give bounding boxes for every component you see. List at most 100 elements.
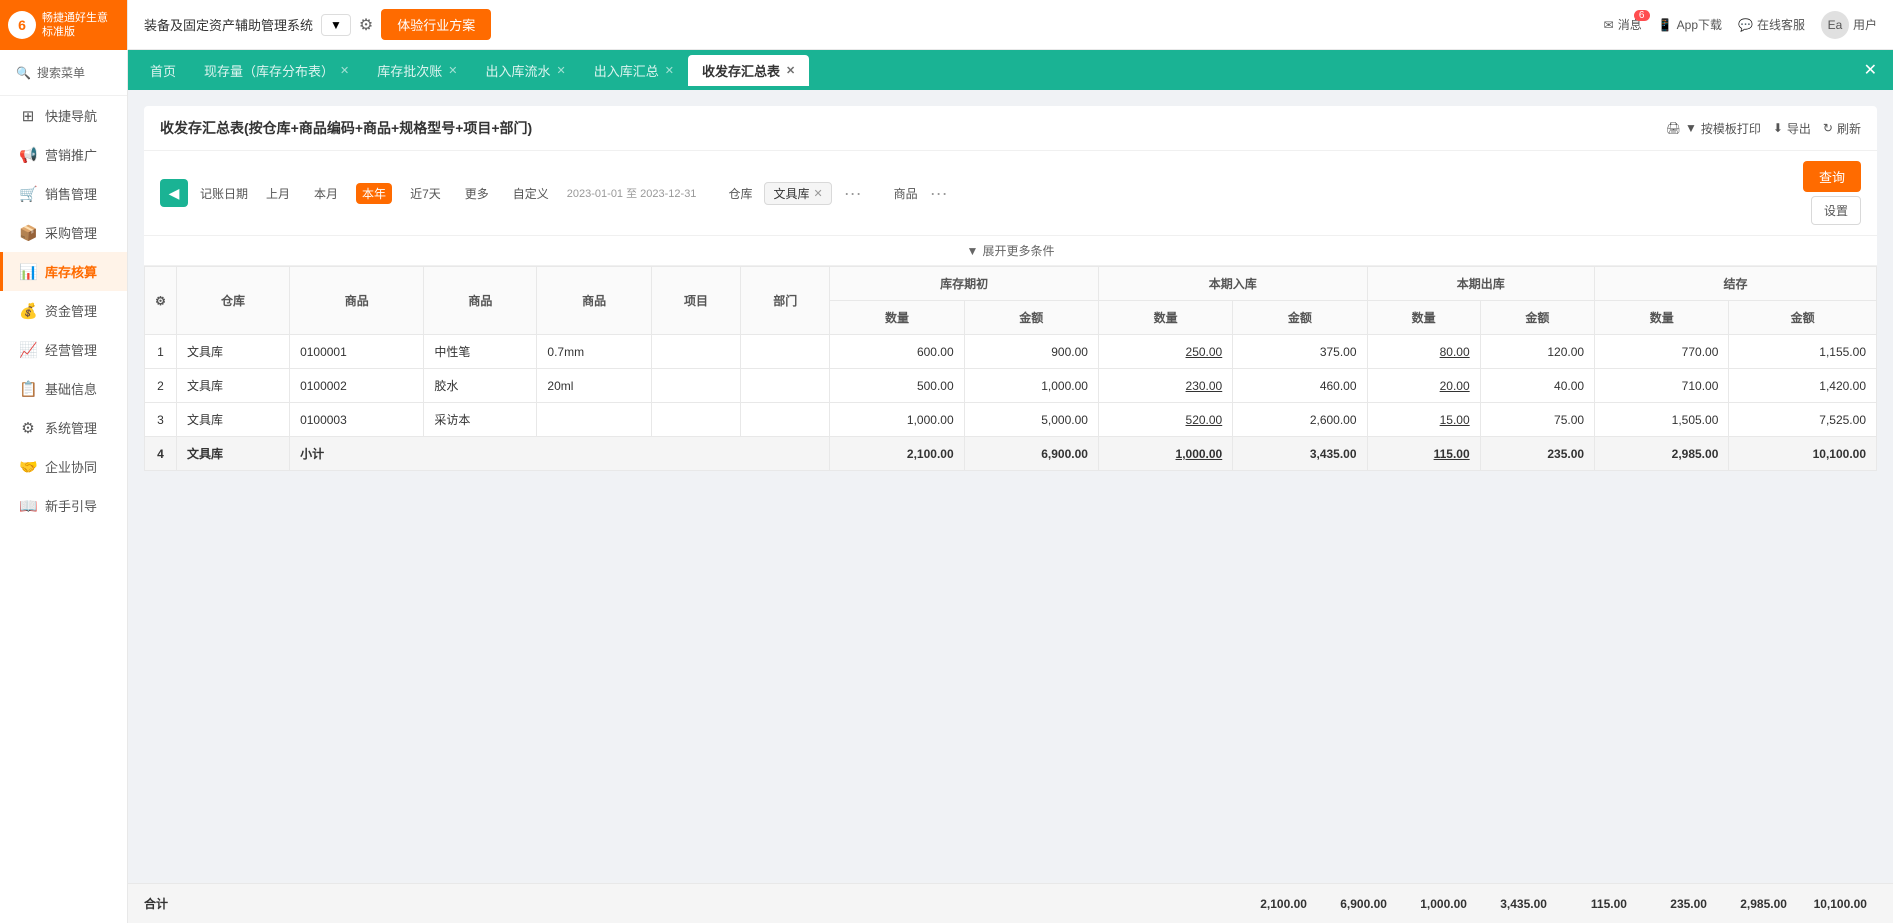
row-in-amt: 2,600.00 (1233, 403, 1367, 437)
row-code: 0100001 (290, 335, 424, 369)
sidebar-item-purchase[interactable]: 📦 采购管理 (0, 213, 127, 252)
date-this-month-btn[interactable]: 本月 (308, 183, 344, 204)
search-menu-button[interactable]: 🔍 搜索菜单 (8, 58, 119, 87)
sidebar-item-sales[interactable]: 🛒 销售管理 (0, 174, 127, 213)
row-bal-qty: 770.00 (1595, 335, 1729, 369)
warehouse-tag: 文具库 ✕ (764, 182, 831, 205)
row-out-qty[interactable]: 80.00 (1367, 335, 1480, 369)
footer-total-in-amt: 3,435.00 (1477, 897, 1557, 911)
export-btn[interactable]: ⬇ 导出 (1773, 120, 1811, 137)
expand-more-btn[interactable]: ▼ 展开更多条件 (967, 242, 1055, 259)
refresh-icon: ↻ (1823, 121, 1833, 135)
date-custom-btn[interactable]: 自定义 (507, 183, 555, 204)
col-bal-amt-header: 金额 (1729, 301, 1877, 335)
subtotal-out-qty: 115.00 (1367, 437, 1480, 471)
sidebar-item-marketing[interactable]: 📢 营销推广 (0, 135, 127, 174)
tab-batch-close[interactable]: ✕ (448, 64, 457, 77)
col-in-amt-header: 金额 (1233, 301, 1367, 335)
header-left: 装备及固定资产辅助管理系统 ▼ ⚙ 体验行业方案 (144, 9, 491, 40)
operations-icon: 📈 (19, 341, 37, 359)
warehouse-tag-close[interactable]: ✕ (813, 187, 822, 200)
row-in-qty[interactable]: 520.00 (1098, 403, 1232, 437)
filter-toggle-btn[interactable]: ◀ (160, 179, 188, 207)
subtotal-in-amt: 3,435.00 (1233, 437, 1367, 471)
warehouse-more[interactable]: ··· (844, 183, 862, 204)
goods-more[interactable]: ··· (930, 183, 948, 204)
main-content: 收发存汇总表(按仓库+商品编码+商品+规格型号+项目+部门) 🖨 ▼ 按模板打印… (128, 90, 1893, 923)
print-btn[interactable]: 🖨 ▼ 按模板打印 (1666, 120, 1761, 137)
expand-icon: ▼ (967, 244, 979, 258)
date-last-month-btn[interactable]: 上月 (260, 183, 296, 204)
footer-total-in-qty: 1,000.00 (1397, 897, 1477, 911)
sidebar-item-operations[interactable]: 📈 经营管理 (0, 330, 127, 369)
finance-icon: 💰 (19, 302, 37, 320)
col-code-header: 商品 (290, 267, 424, 335)
tab-stock-dist[interactable]: 现存量（库存分布表） ✕ (190, 55, 363, 86)
sidebar-item-label: 快捷导航 (45, 106, 97, 125)
sidebar-item-cooperation[interactable]: 🤝 企业协同 (0, 447, 127, 486)
guide-icon: 📖 (19, 497, 37, 515)
col-settings[interactable]: ⚙ (145, 267, 177, 335)
row-out-qty[interactable]: 20.00 (1367, 369, 1480, 403)
sidebar-item-quick-nav[interactable]: ⊞ 快捷导航 (0, 96, 127, 135)
row-spec (537, 403, 651, 437)
footer-total-bal-qty: 2,985.00 (1717, 897, 1797, 911)
user-menu[interactable]: Ea 用户 (1821, 11, 1877, 39)
row-warehouse: 文具库 (177, 403, 290, 437)
set-btn[interactable]: 设置 (1811, 196, 1861, 225)
goods-label: 商品 (894, 185, 918, 202)
query-btn[interactable]: 查询 (1803, 161, 1861, 192)
table-row: 1 文具库 0100001 中性笔 0.7mm 600.00 900.00 25… (145, 335, 1877, 369)
row-in-amt: 460.00 (1233, 369, 1367, 403)
sidebar-item-label: 库存核算 (45, 262, 97, 281)
exp-btn[interactable]: 体验行业方案 (381, 9, 491, 40)
date-7days-btn[interactable]: 近7天 (404, 183, 447, 204)
tab-recv-send[interactable]: 收发存汇总表 ✕ (688, 55, 809, 86)
sidebar-item-basic[interactable]: 📋 基础信息 (0, 369, 127, 408)
tab-batch[interactable]: 库存批次账 ✕ (363, 55, 471, 86)
row-in-qty[interactable]: 250.00 (1098, 335, 1232, 369)
message-btn[interactable]: ✉ 消息 6 (1604, 16, 1642, 33)
date-this-year-btn[interactable]: 本年 (356, 183, 392, 204)
table-row: 3 文具库 0100003 采访本 1,000.00 5,000.00 520.… (145, 403, 1877, 437)
row-warehouse: 文具库 (177, 369, 290, 403)
tab-bar: 首页 现存量（库存分布表） ✕ 库存批次账 ✕ 出入库流水 ✕ 出入库汇总 ✕ … (128, 50, 1893, 90)
sidebar: 6 畅捷通好生意 标准版 🔍 搜索菜单 ⊞ 快捷导航 📢 营销推广 🛒 销售管理… (0, 0, 128, 923)
cooperation-icon: 🤝 (19, 458, 37, 476)
online-service-btn[interactable]: 💬 在线客服 (1738, 16, 1805, 33)
tab-inout-summary[interactable]: 出入库汇总 ✕ (580, 55, 688, 86)
print-text: 按模板打印 (1701, 120, 1761, 137)
sidebar-logo: 6 畅捷通好生意 标准版 (0, 0, 127, 50)
settings-icon[interactable]: ⚙ (359, 15, 373, 35)
footer-total-init-amt: 6,900.00 (1317, 897, 1397, 911)
sidebar-item-system[interactable]: ⚙ 系统管理 (0, 408, 127, 447)
row-in-qty[interactable]: 230.00 (1098, 369, 1232, 403)
date-more-btn[interactable]: 更多 (459, 183, 495, 204)
col-in-qty-header: 数量 (1098, 301, 1232, 335)
footer-total-bal-amt: 10,100.00 (1797, 897, 1877, 911)
sidebar-item-inventory[interactable]: 📊 库存核算 (0, 252, 127, 291)
row-dept (741, 403, 830, 437)
row-num: 1 (145, 335, 177, 369)
subtotal-label: 小计 (290, 437, 830, 471)
mobile-icon: 📱 (1658, 18, 1673, 32)
export-label: 导出 (1787, 120, 1811, 137)
app-download-btn[interactable]: 📱 App下载 (1658, 16, 1722, 33)
purchase-icon: 📦 (19, 224, 37, 242)
avatar: Ea (1821, 11, 1849, 39)
refresh-btn[interactable]: ↻ 刷新 (1823, 120, 1861, 137)
row-out-qty[interactable]: 15.00 (1367, 403, 1480, 437)
tab-bar-close[interactable]: ✕ (1856, 56, 1885, 84)
page-container: 收发存汇总表(按仓库+商品编码+商品+规格型号+项目+部门) 🖨 ▼ 按模板打印… (144, 106, 1877, 471)
sidebar-item-finance[interactable]: 💰 资金管理 (0, 291, 127, 330)
tab-stock-dist-close[interactable]: ✕ (340, 64, 349, 77)
tab-inout-flow[interactable]: 出入库流水 ✕ (471, 55, 579, 86)
row-code: 0100003 (290, 403, 424, 437)
row-bal-qty: 1,505.00 (1595, 403, 1729, 437)
system-dropdown[interactable]: ▼ (321, 14, 351, 36)
sidebar-item-guide[interactable]: 📖 新手引导 (0, 486, 127, 525)
tab-inout-summary-close[interactable]: ✕ (665, 64, 674, 77)
tab-home[interactable]: 首页 (136, 55, 190, 86)
tab-recv-send-close[interactable]: ✕ (786, 64, 795, 77)
tab-inout-flow-close[interactable]: ✕ (557, 64, 566, 77)
